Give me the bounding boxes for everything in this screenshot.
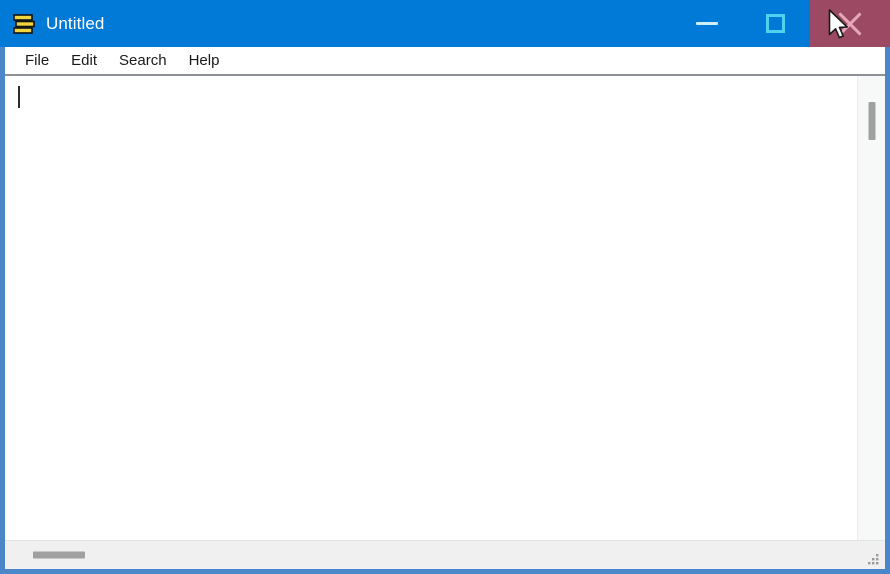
text-caret xyxy=(18,86,20,108)
horizontal-scrollbar[interactable] xyxy=(5,541,857,569)
title-bar[interactable]: Untitled xyxy=(0,0,890,47)
menu-item-help[interactable]: Help xyxy=(178,51,231,71)
window-controls xyxy=(672,0,890,47)
menu-bar: File Edit Search Help xyxy=(5,47,885,76)
window-title: Untitled xyxy=(46,14,105,33)
close-icon xyxy=(837,11,863,37)
editor-body xyxy=(5,76,885,569)
maximize-icon xyxy=(766,14,785,33)
menu-item-edit[interactable]: Edit xyxy=(60,51,108,71)
menu-item-search[interactable]: Search xyxy=(108,51,178,71)
close-button[interactable] xyxy=(810,0,890,47)
vertical-scrollbar-thumb[interactable] xyxy=(868,102,875,140)
maximize-button[interactable] xyxy=(741,0,810,47)
menu-item-file[interactable]: File xyxy=(14,51,60,71)
resize-grip-icon[interactable] xyxy=(857,541,885,569)
vertical-scrollbar[interactable] xyxy=(857,76,885,540)
minimize-button[interactable] xyxy=(672,0,741,47)
minimize-icon xyxy=(695,22,718,25)
text-editing-area[interactable] xyxy=(5,76,857,540)
horizontal-scrollbar-thumb[interactable] xyxy=(33,551,85,559)
horizontal-scrollbar-row xyxy=(5,540,885,569)
editor-row xyxy=(5,76,885,540)
text-editor-window: Untitled File Edit Search Help xyxy=(0,0,890,574)
stacked-books-icon xyxy=(13,13,35,35)
title-bar-left: Untitled xyxy=(0,13,672,35)
